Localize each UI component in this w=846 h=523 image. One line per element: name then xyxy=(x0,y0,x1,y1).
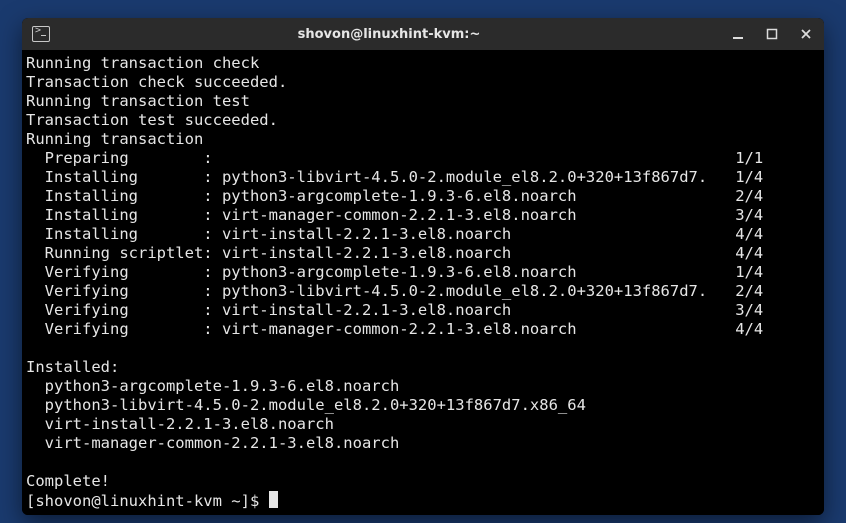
terminal-output[interactable]: Running transaction checkTransaction che… xyxy=(22,50,824,515)
close-button[interactable] xyxy=(796,24,816,44)
terminal-line: Verifying : python3-argcomplete-1.9.3-6.… xyxy=(26,263,820,282)
window-title: shovon@linuxhint-kvm:~ xyxy=(50,27,728,42)
terminal-cursor xyxy=(269,491,278,508)
terminal-icon xyxy=(32,26,50,42)
terminal-line: Installing : virt-install-2.2.1-3.el8.no… xyxy=(26,225,820,244)
terminal-prompt-line[interactable]: [shovon@linuxhint-kvm ~]$ xyxy=(26,491,820,511)
terminal-line: Installing : python3-libvirt-4.5.0-2.mod… xyxy=(26,168,820,187)
titlebar: shovon@linuxhint-kvm:~ xyxy=(22,18,824,50)
minimize-icon xyxy=(732,28,744,40)
terminal-line xyxy=(26,453,820,472)
close-icon xyxy=(800,28,812,40)
terminal-line: Running transaction xyxy=(26,130,820,149)
terminal-prompt: [shovon@linuxhint-kvm ~]$ xyxy=(26,492,269,510)
maximize-button[interactable] xyxy=(762,24,782,44)
terminal-line: virt-manager-common-2.2.1-3.el8.noarch xyxy=(26,434,820,453)
terminal-line: Transaction test succeeded. xyxy=(26,111,820,130)
maximize-icon xyxy=(766,28,778,40)
terminal-line: Running scriptlet: virt-install-2.2.1-3.… xyxy=(26,244,820,263)
terminal-line: Verifying : virt-install-2.2.1-3.el8.noa… xyxy=(26,301,820,320)
terminal-line: Installing : virt-manager-common-2.2.1-3… xyxy=(26,206,820,225)
window-controls xyxy=(728,24,824,44)
terminal-line xyxy=(26,339,820,358)
terminal-line: python3-argcomplete-1.9.3-6.el8.noarch xyxy=(26,377,820,396)
titlebar-left xyxy=(22,26,50,42)
terminal-line: python3-libvirt-4.5.0-2.module_el8.2.0+3… xyxy=(26,396,820,415)
terminal-window: shovon@linuxhint-kvm:~ Running transacti… xyxy=(22,18,824,515)
terminal-line: Verifying : virt-manager-common-2.2.1-3.… xyxy=(26,320,820,339)
terminal-line: Preparing : 1/1 xyxy=(26,149,820,168)
terminal-line: Installed: xyxy=(26,358,820,377)
terminal-line: Installing : python3-argcomplete-1.9.3-6… xyxy=(26,187,820,206)
terminal-line: Verifying : python3-libvirt-4.5.0-2.modu… xyxy=(26,282,820,301)
terminal-line: Running transaction check xyxy=(26,54,820,73)
terminal-line: Complete! xyxy=(26,472,820,491)
terminal-line: Transaction check succeeded. xyxy=(26,73,820,92)
minimize-button[interactable] xyxy=(728,24,748,44)
terminal-line: Running transaction test xyxy=(26,92,820,111)
terminal-line: virt-install-2.2.1-3.el8.noarch xyxy=(26,415,820,434)
